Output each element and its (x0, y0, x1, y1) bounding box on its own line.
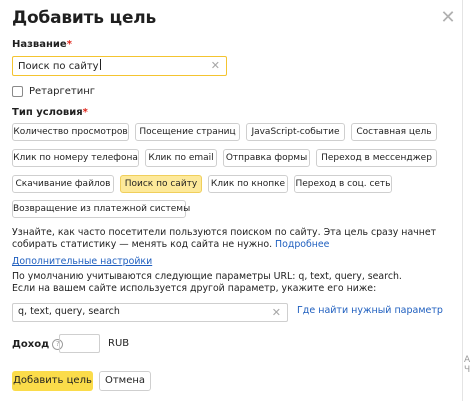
condition-option-payment-return[interactable]: Возвращение из платежной системы (12, 200, 190, 218)
url-params-input[interactable]: q, text, query, search ✕ (12, 303, 288, 322)
goal-name-value: Поиск по сайту (18, 61, 99, 72)
retargeting-row[interactable]: Ретаргетинг (12, 86, 95, 97)
goal-description: Узнайте, как часто посетители пользуются… (12, 227, 437, 250)
condition-option-views[interactable]: Количество просмотров (12, 123, 129, 141)
retargeting-label: Ретаргетинг (29, 86, 96, 97)
params-info-line2: Если на вашем сайте используется другой … (12, 282, 377, 294)
param-help-link[interactable]: Где найти нужный параметр (297, 305, 443, 316)
close-icon[interactable]: ✕ (438, 8, 458, 28)
condition-option-js-event[interactable]: JavaScript-событие (246, 123, 345, 141)
add-goal-dialog: Добавить цель ✕ Название* Поиск по сайту… (0, 0, 463, 401)
condition-option-social[interactable]: Переход в соц. сеть (294, 175, 392, 193)
name-field-label: Название* (12, 39, 72, 50)
currency-label: RUB (108, 338, 130, 349)
url-params-value: q, text, query, search (18, 306, 120, 317)
condition-option-form-submit[interactable]: Отправка формы (223, 149, 310, 167)
add-goal-button[interactable]: Добавить цель (12, 371, 93, 391)
params-info: По умолчанию учитываются следующие парам… (12, 271, 452, 294)
clear-icon[interactable]: ✕ (272, 306, 281, 319)
background-edge-text: АЧ (464, 355, 471, 375)
condition-option-file-download[interactable]: Скачивание файлов (12, 175, 114, 193)
goal-name-input[interactable]: Поиск по сайту ✕ (12, 56, 227, 76)
dialog-title: Добавить цель (12, 8, 157, 28)
condition-option-phone-click[interactable]: Клик по номеру телефона (12, 149, 139, 167)
more-link[interactable]: Подробнее (275, 239, 329, 250)
condition-type-label: Тип условия* (12, 107, 88, 118)
additional-settings-link[interactable]: Дополнительные настройки (12, 256, 152, 267)
retargeting-checkbox[interactable] (12, 86, 23, 97)
condition-option-composite[interactable]: Составная цель (351, 123, 437, 141)
condition-option-site-search[interactable]: Поиск по сайту (120, 175, 202, 193)
income-input[interactable] (59, 334, 100, 353)
condition-option-page-visits[interactable]: Посещение страниц (135, 123, 240, 141)
condition-option-email-click[interactable]: Клик по email (145, 149, 217, 167)
cancel-button[interactable]: Отмена (99, 371, 151, 391)
clear-icon[interactable]: ✕ (211, 59, 220, 72)
income-label: Доход ? (12, 339, 64, 350)
condition-option-messenger[interactable]: Переход в мессенджер (316, 149, 437, 167)
condition-option-button-click[interactable]: Клик по кнопке (208, 175, 288, 193)
params-info-line1: По умолчанию учитываются следующие парам… (12, 271, 402, 282)
